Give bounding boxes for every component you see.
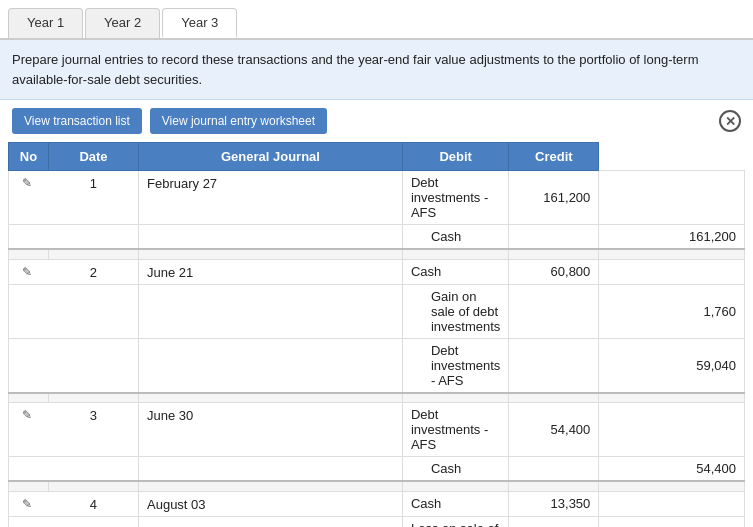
close-button[interactable]: ✕	[719, 110, 741, 132]
table-row: ✎ 1February 27Debt investments - AFS161,2…	[9, 171, 745, 225]
close-icon: ✕	[725, 114, 736, 129]
edit-icon[interactable]: ✎	[22, 497, 32, 511]
table-row: ✎ 4August 03Cash13,350	[9, 491, 745, 516]
no-cell	[49, 457, 139, 482]
edit-icon[interactable]: ✎	[22, 176, 32, 190]
desc-cell: Gain on sale of debt investments	[402, 284, 508, 338]
edit-cell	[9, 284, 49, 338]
credit-cell: 1,760	[599, 284, 745, 338]
tab-year1[interactable]: Year 1	[8, 8, 83, 38]
tab-bar: Year 1 Year 2 Year 3	[0, 0, 753, 40]
table-row: Gain on sale of debt investments 1,760	[9, 284, 745, 338]
edit-cell	[9, 225, 49, 250]
debit-cell	[509, 225, 599, 250]
date-cell	[139, 338, 403, 393]
separator-row	[9, 393, 745, 403]
table-row: Debt investments - AFS 59,040	[9, 338, 745, 393]
date-cell: June 30	[139, 403, 403, 457]
desc-cell: Cash	[402, 225, 508, 250]
instructions-text: Prepare journal entries to record these …	[0, 40, 753, 100]
table-row: Loss on sale of debt investments3,350	[9, 516, 745, 527]
col-header-debit: Debit	[402, 143, 508, 171]
toolbar: View transaction list View journal entry…	[0, 100, 753, 142]
date-cell	[139, 284, 403, 338]
table-row: Cash 161,200	[9, 225, 745, 250]
col-header-no: No	[9, 143, 49, 171]
view-transaction-list-button[interactable]: View transaction list	[12, 108, 142, 134]
credit-cell: 161,200	[599, 225, 745, 250]
no-cell: 2	[49, 259, 139, 284]
no-cell	[49, 225, 139, 250]
date-cell: August 03	[139, 491, 403, 516]
credit-cell: 54,400	[599, 457, 745, 482]
desc-cell: Cash	[402, 259, 508, 284]
credit-cell	[599, 259, 745, 284]
separator-row	[9, 481, 745, 491]
edit-cell	[9, 457, 49, 482]
table-row: Cash 54,400	[9, 457, 745, 482]
desc-cell: Loss on sale of debt investments	[402, 516, 508, 527]
edit-cell: ✎	[9, 403, 49, 457]
col-header-credit: Credit	[509, 143, 599, 171]
debit-cell: 60,800	[509, 259, 599, 284]
desc-cell: Debt investments - AFS	[402, 403, 508, 457]
tab-year2[interactable]: Year 2	[85, 8, 160, 38]
date-cell: June 21	[139, 259, 403, 284]
no-cell	[49, 338, 139, 393]
debit-cell: 161,200	[509, 171, 599, 225]
no-cell: 3	[49, 403, 139, 457]
col-header-date: Date	[49, 143, 139, 171]
edit-cell: ✎	[9, 259, 49, 284]
table-row: ✎ 2June 21Cash60,800	[9, 259, 745, 284]
date-cell: February 27	[139, 171, 403, 225]
desc-cell: Cash	[402, 457, 508, 482]
debit-cell: 54,400	[509, 403, 599, 457]
no-cell: 4	[49, 491, 139, 516]
debit-cell	[509, 338, 599, 393]
edit-cell	[9, 338, 49, 393]
edit-cell	[9, 516, 49, 527]
date-cell	[139, 516, 403, 527]
debit-cell	[509, 284, 599, 338]
debit-cell: 3,350	[509, 516, 599, 527]
credit-cell: 59,040	[599, 338, 745, 393]
view-journal-worksheet-button[interactable]: View journal entry worksheet	[150, 108, 327, 134]
credit-cell	[599, 171, 745, 225]
tabs-container: Year 1 Year 2 Year 3	[0, 0, 753, 40]
edit-cell: ✎	[9, 491, 49, 516]
col-header-general-journal: General Journal	[139, 143, 403, 171]
credit-cell	[599, 403, 745, 457]
no-cell	[49, 284, 139, 338]
separator-row	[9, 249, 745, 259]
debit-cell: 13,350	[509, 491, 599, 516]
credit-cell	[599, 516, 745, 527]
journal-table: No Date General Journal Debit Credit ✎ 1F…	[8, 142, 745, 527]
edit-icon[interactable]: ✎	[22, 408, 32, 422]
date-cell	[139, 225, 403, 250]
no-cell: 1	[49, 171, 139, 225]
date-cell	[139, 457, 403, 482]
tab-year3[interactable]: Year 3	[162, 8, 237, 38]
edit-cell: ✎	[9, 171, 49, 225]
desc-cell: Cash	[402, 491, 508, 516]
desc-cell: Debt investments - AFS	[402, 338, 508, 393]
edit-icon[interactable]: ✎	[22, 265, 32, 279]
no-cell	[49, 516, 139, 527]
journal-table-wrapper: No Date General Journal Debit Credit ✎ 1F…	[0, 142, 753, 527]
table-row: ✎ 3June 30Debt investments - AFS54,400	[9, 403, 745, 457]
desc-cell: Debt investments - AFS	[402, 171, 508, 225]
debit-cell	[509, 457, 599, 482]
credit-cell	[599, 491, 745, 516]
